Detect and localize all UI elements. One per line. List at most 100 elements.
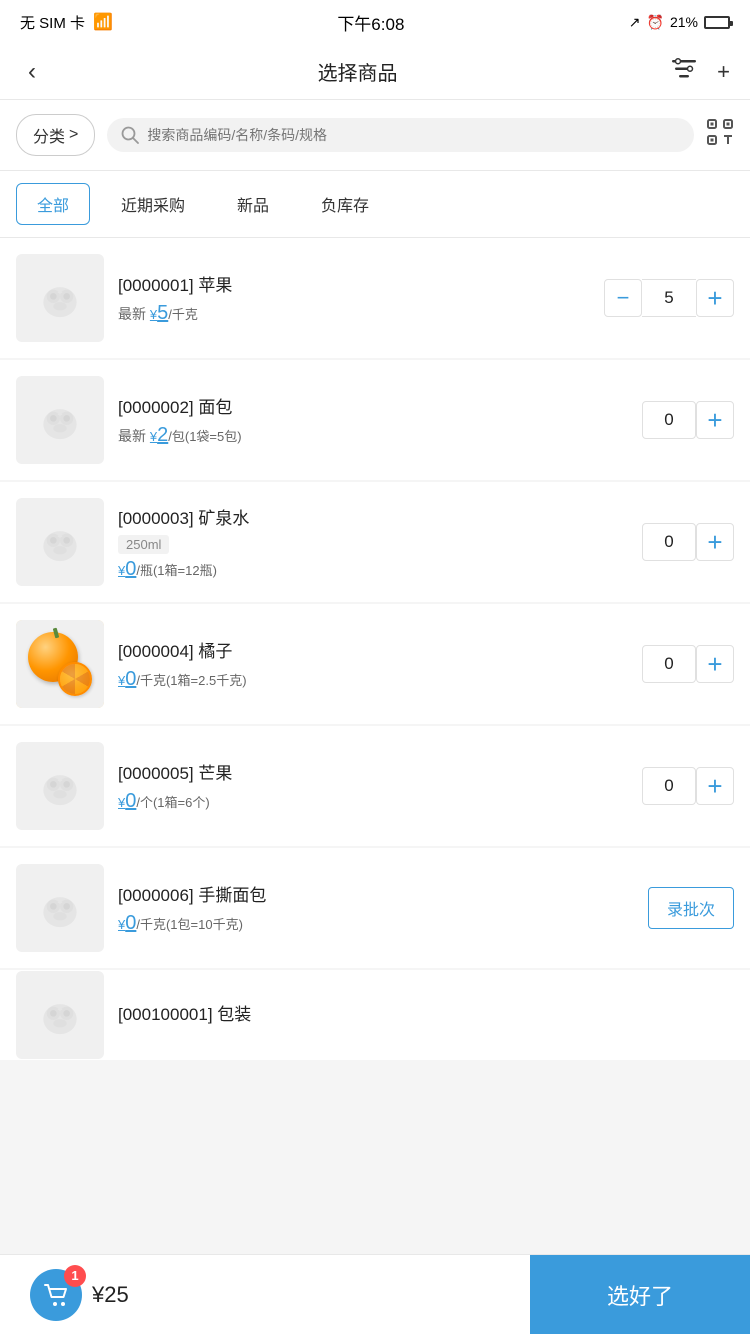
product-info: [0000002] 面包 最新 ¥2/包(1袋=5包) [118, 393, 628, 447]
search-input[interactable] [147, 127, 680, 143]
location-icon: ↗ [629, 14, 641, 31]
owl-logo-icon [35, 517, 85, 567]
qty-plus-button[interactable]: + [696, 645, 734, 683]
price-value: 2 [157, 424, 168, 446]
category-button[interactable]: 分类 > [16, 114, 95, 156]
qty-input[interactable] [642, 645, 696, 683]
batch-button[interactable]: 录批次 [648, 887, 734, 929]
price-label: 最新 [118, 306, 146, 322]
product-price: 最新 ¥5/千克 [118, 302, 590, 325]
qty-plus-button[interactable]: + [696, 401, 734, 439]
price-unit: /千克(1箱=2.5千克) [136, 673, 246, 688]
nav-bar: ‹ 选择商品 + [0, 44, 750, 100]
product-info: [0000005] 芒果 ¥0/个(1箱=6个) [118, 759, 628, 813]
status-bar: 无 SIM 卡 📶 下午6:08 ↗ ⏰ 21% [0, 0, 750, 44]
price-value: 5 [157, 302, 168, 324]
product-price: 最新 ¥2/包(1袋=5包) [118, 424, 628, 447]
product-price: ¥0/千克(1包=10千克) [118, 912, 634, 935]
carrier-label: 无 SIM 卡 [20, 12, 85, 33]
product-name: [0000005] 芒果 [118, 759, 628, 784]
quantity-control: + [642, 767, 734, 805]
filter-tabs: 全部 近期采购 新品 负库存 [0, 171, 750, 238]
list-item: [0000001] 苹果 最新 ¥5/千克 − + [0, 238, 750, 358]
product-price: ¥0/千克(1箱=2.5千克) [118, 668, 628, 691]
bottom-bar: 1 ¥25 选好了 [0, 1254, 750, 1334]
owl-logo-icon [35, 990, 85, 1040]
product-thumbnail [16, 864, 104, 952]
price-value: 0 [125, 790, 136, 812]
cart-total: ¥25 [92, 1282, 129, 1308]
cart-icon-button[interactable]: 1 [30, 1269, 82, 1321]
quantity-control: + [642, 401, 734, 439]
list-item: [000100001] 包装 [0, 970, 750, 1060]
qty-plus-button[interactable]: + [696, 279, 734, 317]
product-list: [0000001] 苹果 最新 ¥5/千克 − + [0 [0, 238, 750, 1060]
status-left: 无 SIM 卡 📶 [20, 12, 113, 33]
quantity-control: + [642, 645, 734, 683]
nav-actions: + [671, 58, 730, 86]
product-info: [000100001] 包装 [118, 1000, 734, 1031]
product-thumbnail [16, 620, 104, 708]
filter-icon[interactable] [671, 58, 697, 86]
status-time: 下午6:08 [337, 10, 404, 35]
product-spec: 250ml [118, 535, 169, 554]
product-info: [0000001] 苹果 最新 ¥5/千克 [118, 271, 590, 325]
qty-plus-button[interactable]: + [696, 523, 734, 561]
alarm-icon: ⏰ [647, 14, 664, 31]
product-thumbnail [16, 971, 104, 1059]
product-info: [0000003] 矿泉水 250ml ¥0/瓶(1箱=12瓶) [118, 504, 628, 581]
qty-input[interactable] [642, 767, 696, 805]
product-name: [0000006] 手撕面包 [118, 881, 634, 906]
tab-negative[interactable]: 负库存 [300, 183, 390, 225]
search-area: 分类 > [0, 100, 750, 171]
product-thumbnail [16, 254, 104, 342]
cart-icon [42, 1281, 70, 1309]
price-label: 最新 [118, 428, 146, 444]
owl-logo-icon [35, 395, 85, 445]
qty-input[interactable] [642, 523, 696, 561]
list-item: [0000003] 矿泉水 250ml ¥0/瓶(1箱=12瓶) + [0, 482, 750, 602]
category-chevron: > [69, 126, 78, 144]
owl-logo-icon [35, 883, 85, 933]
product-name: [000100001] 包装 [118, 1000, 734, 1025]
list-item: [0000005] 芒果 ¥0/个(1箱=6个) + [0, 726, 750, 846]
battery-bar [704, 16, 730, 29]
confirm-button[interactable]: 选好了 [530, 1255, 750, 1334]
page-title: 选择商品 [318, 57, 398, 86]
wifi-icon: 📶 [93, 12, 113, 32]
tab-new[interactable]: 新品 [216, 183, 290, 225]
price-value: 0 [125, 668, 136, 690]
product-info: [0000004] 橘子 ¥0/千克(1箱=2.5千克) [118, 637, 628, 691]
owl-logo-icon [35, 761, 85, 811]
cart-section: 1 ¥25 [0, 1269, 530, 1321]
cart-badge: 1 [64, 1265, 86, 1287]
battery-percent: 21% [670, 14, 698, 30]
search-input-wrap [107, 118, 694, 152]
price-value: 0 [125, 558, 136, 580]
product-name: [0000002] 面包 [118, 393, 628, 418]
scan-icon[interactable] [706, 118, 734, 152]
quantity-control: + [642, 523, 734, 561]
product-thumbnail [16, 742, 104, 830]
search-icon [121, 126, 139, 144]
list-item: [0000006] 手撕面包 ¥0/千克(1包=10千克) 录批次 [0, 848, 750, 968]
qty-plus-button[interactable]: + [696, 767, 734, 805]
product-thumbnail [16, 376, 104, 464]
list-item: [0000002] 面包 最新 ¥2/包(1袋=5包) + [0, 360, 750, 480]
price-unit: /千克(1包=10千克) [136, 917, 243, 932]
price-unit: /个(1箱=6个) [136, 795, 209, 810]
product-name: [0000004] 橘子 [118, 637, 628, 662]
back-button[interactable]: ‹ [20, 50, 44, 94]
add-icon[interactable]: + [717, 59, 730, 85]
qty-input[interactable] [642, 401, 696, 439]
qty-input[interactable] [642, 279, 696, 317]
owl-logo-icon [35, 273, 85, 323]
price-unit: /瓶(1箱=12瓶) [136, 563, 217, 578]
price-unit: /千克 [168, 307, 198, 322]
status-right: ↗ ⏰ 21% [629, 14, 730, 31]
product-price: ¥0/瓶(1箱=12瓶) [118, 558, 628, 581]
tab-all[interactable]: 全部 [16, 183, 90, 225]
qty-minus-button[interactable]: − [604, 279, 642, 317]
category-label: 分类 [33, 123, 65, 147]
tab-recent[interactable]: 近期采购 [100, 183, 206, 225]
